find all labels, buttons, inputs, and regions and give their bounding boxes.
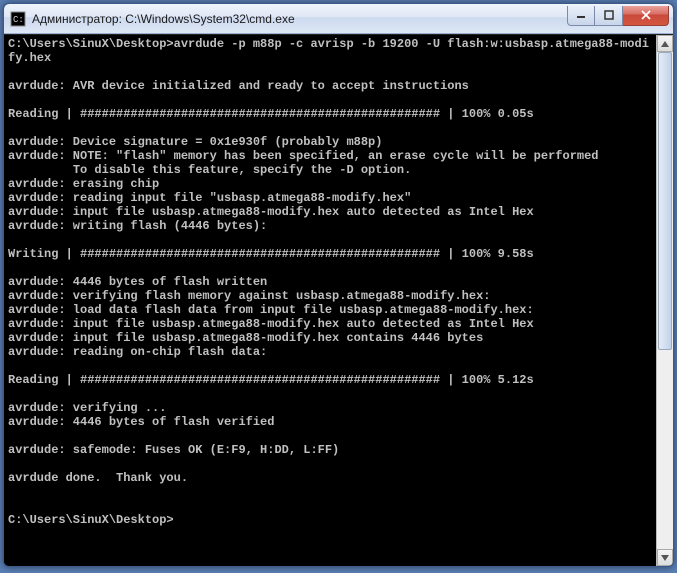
terminal-area: C:\Users\SinuX\Desktop>avrdude -p m88p -… bbox=[4, 34, 673, 566]
minimize-button[interactable] bbox=[567, 6, 595, 26]
terminal-line bbox=[8, 485, 652, 499]
cmd-icon: C: bbox=[10, 11, 26, 27]
terminal-line bbox=[8, 261, 652, 275]
terminal-line: avrdude: AVR device initialized and read… bbox=[8, 79, 652, 93]
terminal-line bbox=[8, 499, 652, 513]
terminal-output[interactable]: C:\Users\SinuX\Desktop>avrdude -p m88p -… bbox=[4, 35, 656, 566]
terminal-line: avrdude: input file usbasp.atmega88-modi… bbox=[8, 317, 652, 331]
terminal-line: Reading | ##############################… bbox=[8, 373, 652, 387]
terminal-line: C:\Users\SinuX\Desktop>avrdude -p m88p -… bbox=[8, 37, 652, 65]
close-button[interactable] bbox=[623, 6, 669, 26]
scroll-up-button[interactable] bbox=[657, 35, 673, 52]
chevron-up-icon bbox=[661, 41, 669, 47]
vertical-scrollbar[interactable] bbox=[656, 35, 673, 566]
chevron-down-icon bbox=[661, 555, 669, 561]
scroll-down-button[interactable] bbox=[657, 549, 673, 566]
terminal-line: avrdude done. Thank you. bbox=[8, 471, 652, 485]
terminal-line: avrdude: 4446 bytes of flash verified bbox=[8, 415, 652, 429]
scroll-thumb[interactable] bbox=[658, 52, 672, 350]
scroll-track[interactable] bbox=[657, 52, 673, 549]
terminal-line: avrdude: input file usbasp.atmega88-modi… bbox=[8, 205, 652, 219]
terminal-line: avrdude: Device signature = 0x1e930f (pr… bbox=[8, 135, 652, 149]
titlebar[interactable]: C: Администратор: C:\Windows\System32\cm… bbox=[4, 4, 673, 34]
close-icon bbox=[640, 10, 652, 20]
terminal-line: avrdude: reading on-chip flash data: bbox=[8, 345, 652, 359]
terminal-line bbox=[8, 93, 652, 107]
terminal-line: avrdude: erasing chip bbox=[8, 177, 652, 191]
terminal-line: C:\Users\SinuX\Desktop> bbox=[8, 513, 652, 527]
terminal-line: avrdude: verifying ... bbox=[8, 401, 652, 415]
maximize-button[interactable] bbox=[595, 6, 623, 26]
minimize-icon bbox=[576, 10, 586, 20]
terminal-line: Reading | ##############################… bbox=[8, 107, 652, 121]
terminal-line: avrdude: NOTE: "flash" memory has been s… bbox=[8, 149, 652, 163]
terminal-line: avrdude: 4446 bytes of flash written bbox=[8, 275, 652, 289]
terminal-line bbox=[8, 387, 652, 401]
svg-text:C:: C: bbox=[13, 15, 24, 25]
terminal-line: To disable this feature, specify the -D … bbox=[8, 163, 652, 177]
window-controls bbox=[567, 6, 669, 26]
maximize-icon bbox=[604, 10, 614, 20]
terminal-line: avrdude: input file usbasp.atmega88-modi… bbox=[8, 331, 652, 345]
terminal-line bbox=[8, 359, 652, 373]
terminal-line: avrdude: reading input file "usbasp.atme… bbox=[8, 191, 652, 205]
terminal-line: avrdude: verifying flash memory against … bbox=[8, 289, 652, 303]
terminal-line: Writing | ##############################… bbox=[8, 247, 652, 261]
terminal-line bbox=[8, 233, 652, 247]
cmd-window: C: Администратор: C:\Windows\System32\cm… bbox=[3, 3, 674, 567]
terminal-line bbox=[8, 121, 652, 135]
terminal-line bbox=[8, 457, 652, 471]
terminal-line: avrdude: safemode: Fuses OK (E:F9, H:DD,… bbox=[8, 443, 652, 457]
terminal-line: avrdude: writing flash (4446 bytes): bbox=[8, 219, 652, 233]
terminal-line bbox=[8, 65, 652, 79]
terminal-line: avrdude: load data flash data from input… bbox=[8, 303, 652, 317]
window-title: Администратор: C:\Windows\System32\cmd.e… bbox=[32, 12, 567, 26]
terminal-line bbox=[8, 429, 652, 443]
